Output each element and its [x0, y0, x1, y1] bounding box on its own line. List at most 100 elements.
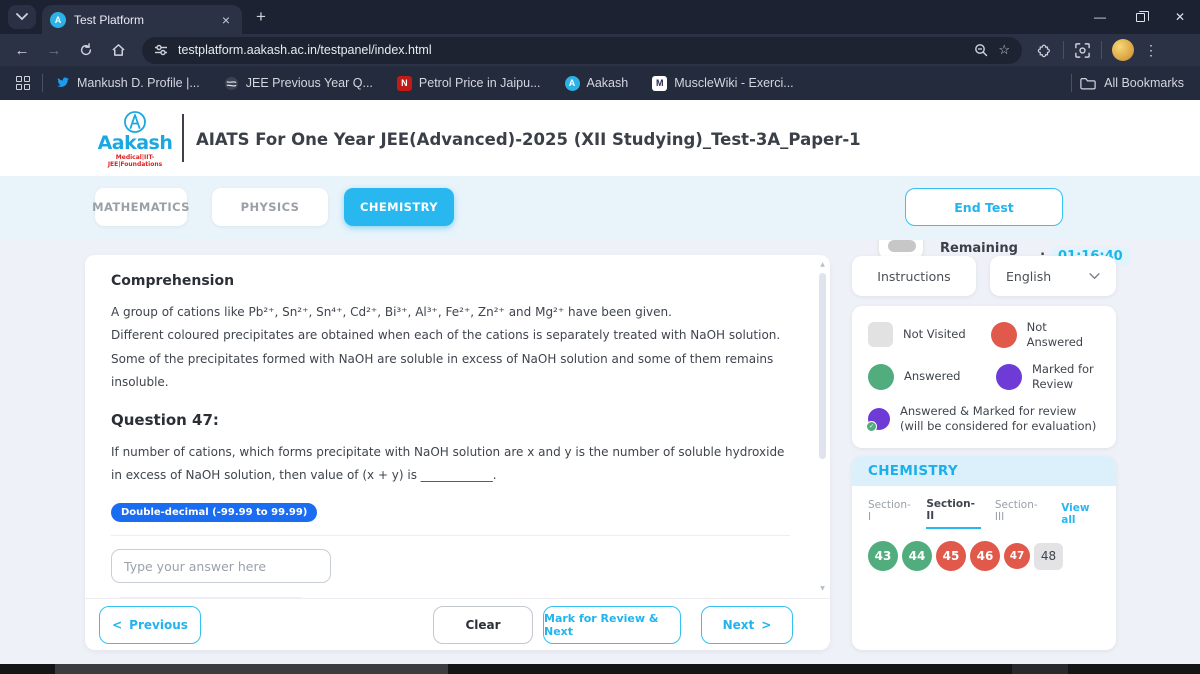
- horizontal-scrollbar[interactable]: [0, 664, 1200, 674]
- site-settings-icon[interactable]: [154, 43, 168, 57]
- question-bubble-45[interactable]: 45: [936, 541, 966, 571]
- restore-icon: [1135, 10, 1149, 22]
- chevron-down-icon: [1089, 272, 1100, 279]
- previous-button[interactable]: < Previous: [99, 606, 201, 644]
- globe-icon: [224, 76, 238, 90]
- answer-type-badge: Double-decimal (-99.99 to 99.99): [111, 503, 318, 523]
- scroll-down-icon[interactable]: ▼: [818, 585, 827, 593]
- test-header: Aakash Medical|IIT-JEE|Foundations AIATS…: [0, 100, 1200, 271]
- end-test-button[interactable]: End Test: [905, 188, 1063, 226]
- chevron-left-icon: <: [112, 618, 123, 632]
- palette-subject-title: CHEMISTRY: [852, 456, 1116, 486]
- minimize-button[interactable]: —: [1080, 0, 1120, 34]
- url-bar[interactable]: testplatform.aakash.ac.in/testpanel/inde…: [142, 36, 1022, 64]
- folder-icon: [1080, 77, 1096, 89]
- bookmark-aakash[interactable]: A Aakash: [564, 75, 628, 91]
- instructions-button[interactable]: Instructions: [852, 256, 976, 296]
- comprehension-line: A group of cations like Pb²⁺, Sn²⁺, Sn⁴⁺…: [111, 305, 672, 319]
- tab-close-icon[interactable]: ×: [218, 12, 234, 28]
- bookmark-star-icon[interactable]: ☆: [998, 42, 1010, 58]
- comprehension-heading: Comprehension: [111, 273, 235, 289]
- comprehension-line: Different coloured precipitates are obta…: [111, 328, 781, 343]
- new-tab-button[interactable]: +: [256, 7, 266, 27]
- bookmark-jee-previous[interactable]: JEE Previous Year Q...: [224, 76, 373, 91]
- tab-section-2[interactable]: Section-II: [926, 498, 981, 529]
- apps-grid-icon[interactable]: [16, 76, 30, 90]
- reload-button[interactable]: [70, 43, 102, 57]
- answered-marked-sublabel: (will be considered for evaluation): [900, 418, 1097, 433]
- tab-section-1[interactable]: Section-I: [868, 499, 912, 528]
- window-controls: — ✕: [1080, 0, 1200, 34]
- forward-button[interactable]: →: [38, 42, 70, 59]
- chevron-right-icon: >: [761, 618, 772, 632]
- section-tabs: Section-I Section-II Section-III View al…: [852, 486, 1116, 529]
- browser-menu-icon[interactable]: ⋮: [1144, 42, 1158, 59]
- home-button[interactable]: [102, 43, 134, 57]
- clear-button[interactable]: Clear: [433, 606, 533, 644]
- all-bookmarks-button[interactable]: All Bookmarks: [1071, 74, 1184, 92]
- subject-strip: MATHEMATICS PHYSICS CHEMISTRY End Test: [0, 176, 1200, 240]
- bookmark-petrol-price[interactable]: N Petrol Price in Jaipu...: [396, 75, 541, 91]
- avatar-body: [888, 240, 916, 252]
- toolbar-separator: [1101, 41, 1102, 59]
- tab-title: Test Platform: [74, 12, 145, 27]
- tab-chemistry[interactable]: CHEMISTRY: [344, 188, 454, 226]
- question-bubble-47-current[interactable]: 47: [1004, 543, 1030, 569]
- horizontal-scrollbar-thumb[interactable]: [55, 664, 448, 674]
- previous-label: Previous: [129, 618, 188, 632]
- language-value: English: [1006, 268, 1052, 284]
- next-label: Next: [722, 618, 755, 632]
- question-card: Comprehension A group of cations like Pb…: [85, 255, 830, 650]
- scrollbar-thumb[interactable]: [819, 273, 826, 459]
- comprehension-line: Some of the precipitates formed with NaO…: [111, 351, 774, 390]
- extensions-icon[interactable]: [1036, 42, 1053, 59]
- bookmark-mankush[interactable]: Mankush D. Profile |...: [55, 76, 200, 90]
- browser-toolbar: ← → testplatform.aakash.ac.in/testpanel/…: [0, 34, 1200, 66]
- test-title: AIATS For One Year JEE(Advanced)-2025 (X…: [196, 130, 861, 149]
- scroll-up-icon[interactable]: ▲: [818, 261, 827, 269]
- back-button[interactable]: ←: [6, 42, 38, 59]
- not-answered-swatch: [990, 321, 1017, 348]
- legend-not-answered: Not Answered: [990, 320, 1102, 350]
- tab-section-3[interactable]: Section-III: [995, 499, 1045, 528]
- language-dropdown[interactable]: English: [990, 256, 1116, 296]
- status-legend: Not Visited Not Answered Answered Marked…: [852, 306, 1116, 448]
- horizontal-scrollbar-segment: [1012, 664, 1068, 674]
- bookmarks-separator: [42, 74, 43, 92]
- bookmarks-separator: [1071, 74, 1073, 92]
- header-divider: [182, 114, 184, 162]
- answer-input[interactable]: [111, 549, 331, 584]
- question-bubble-43[interactable]: 43: [868, 541, 898, 571]
- bookmark-musclewiki[interactable]: M MuscleWiki - Exerci...: [652, 75, 794, 91]
- toolbar-right: ⋮: [1036, 39, 1158, 61]
- answered-swatch: [868, 363, 894, 390]
- question-bubble-44[interactable]: 44: [902, 541, 932, 571]
- profile-avatar[interactable]: [1112, 39, 1134, 61]
- close-button[interactable]: ✕: [1160, 0, 1200, 34]
- chevron-down-icon: [16, 13, 28, 21]
- question-text: If number of cations, which forms precip…: [111, 444, 785, 482]
- question-scrollbar[interactable]: ▲ ▼: [818, 261, 827, 593]
- reload-icon: [80, 43, 92, 56]
- browser-window: A Test Platform × + — ✕ ← → testplatform…: [0, 0, 1200, 674]
- question-bubble-46[interactable]: 46: [970, 541, 1000, 571]
- question-scroll-area[interactable]: Comprehension A group of cations like Pb…: [85, 255, 830, 598]
- browser-tab[interactable]: A Test Platform ×: [42, 5, 242, 34]
- mark-for-review-label: Mark for Review & Next: [544, 612, 659, 638]
- tab-mathematics[interactable]: MATHEMATICS: [92, 188, 189, 226]
- tab-search-button[interactable]: [8, 5, 36, 29]
- mark-for-review-button[interactable]: Mark for Review & Next: [543, 606, 681, 644]
- clear-label: Clear: [465, 618, 501, 632]
- musclewiki-icon: M: [652, 75, 668, 91]
- question-palette: CHEMISTRY Section-I Section-II Section-I…: [852, 456, 1116, 650]
- screenshot-icon[interactable]: [1074, 42, 1091, 59]
- zoom-icon[interactable]: [974, 43, 988, 57]
- answered-marked-label: Answered & Marked for review: [900, 403, 1077, 418]
- question-heading: Question 47:: [111, 410, 219, 429]
- tab-physics[interactable]: PHYSICS: [212, 188, 328, 226]
- url-text[interactable]: testplatform.aakash.ac.in/testpanel/inde…: [178, 43, 964, 57]
- restore-button[interactable]: [1120, 0, 1160, 34]
- next-button[interactable]: Next >: [701, 606, 793, 644]
- question-bubble-48[interactable]: 48: [1034, 542, 1063, 570]
- view-all-link[interactable]: View all: [1061, 502, 1106, 526]
